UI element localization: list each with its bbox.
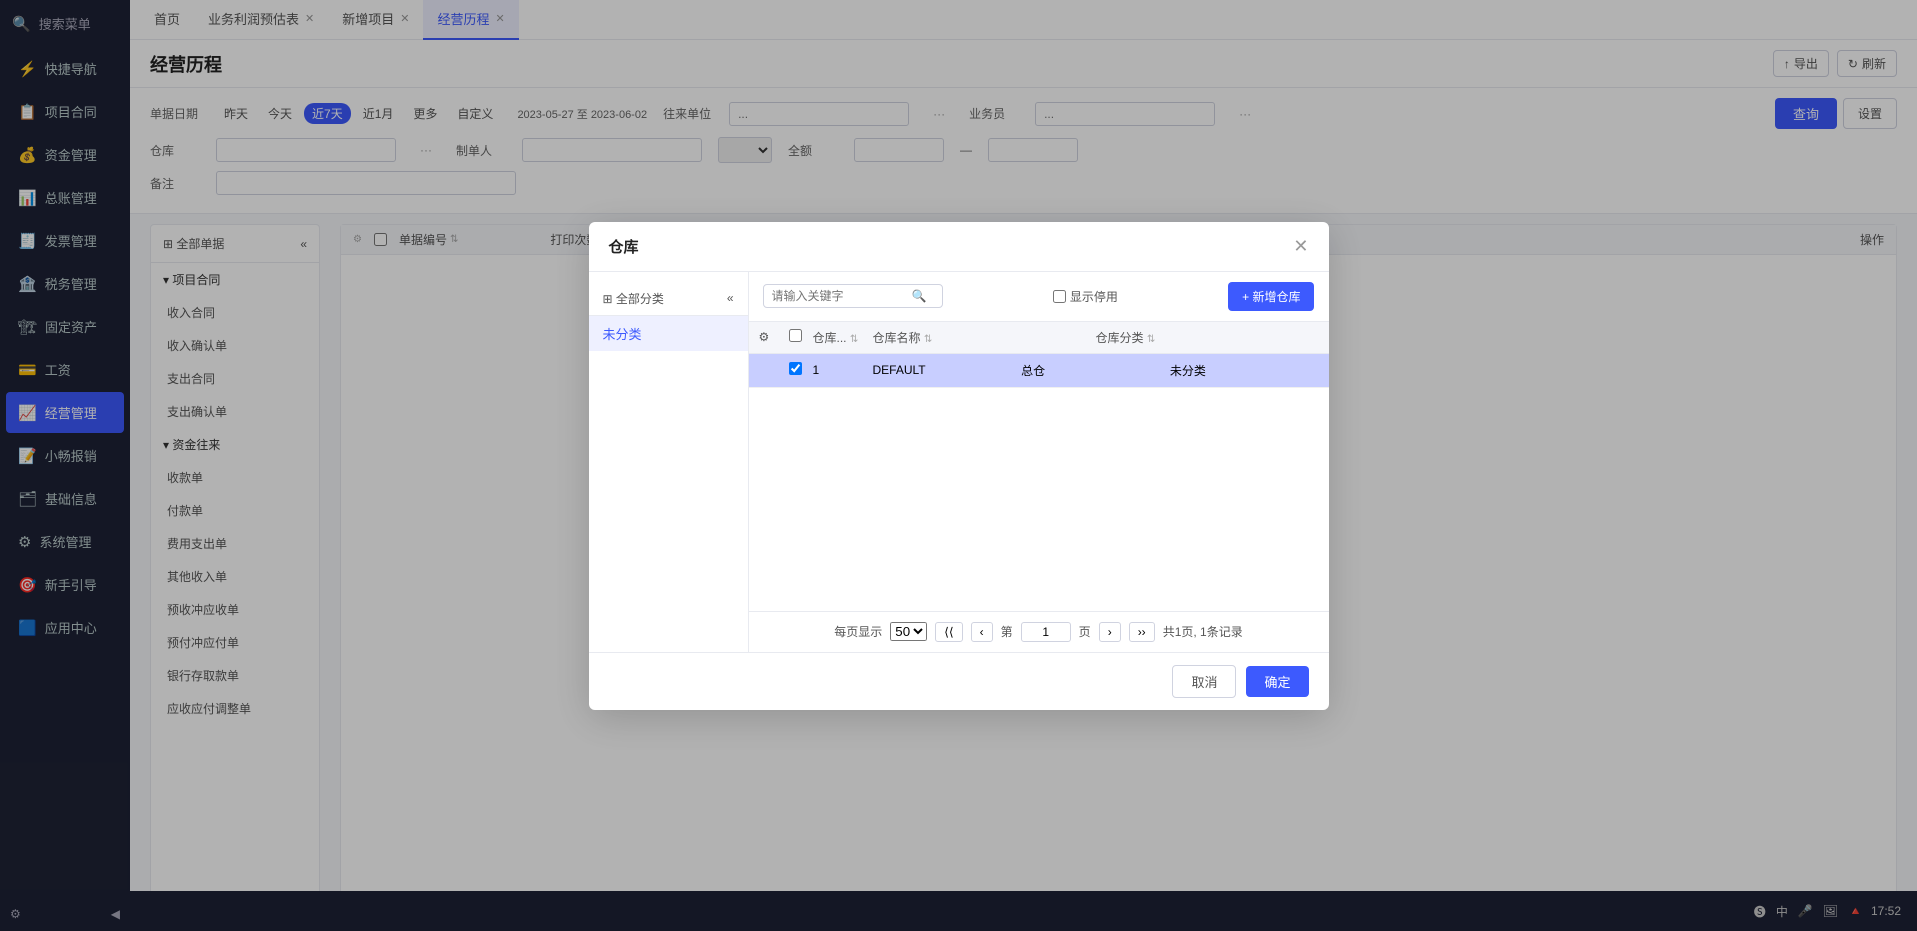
dialog-unclassified-item[interactable]: 未分类 [589,316,748,351]
dialog-left-header: ⊞ 全部分类 « [589,282,748,316]
dialog-right-panel: 🔍 显示停用 + 新增仓库 ⚙ [749,272,1329,652]
all-categories-label: ⊞ 全部分类 [603,290,664,307]
dialog-title: 仓库 [609,236,639,257]
dialog-per-page-select[interactable]: 50 [890,622,927,641]
dialog-close-button[interactable]: ✕ [1293,236,1308,257]
row-category: 未分类 [1170,362,1319,379]
cancel-button[interactable]: 取消 [1172,665,1236,698]
dialog-toolbar: 🔍 显示停用 + 新增仓库 [749,272,1329,322]
col-settings-icon[interactable]: ⚙ [759,330,789,344]
dialog-overlay: 仓库 ✕ ⊞ 全部分类 « 未分类 🔍 [0,0,1917,931]
dialog-next-page-button[interactable]: › [1099,622,1121,642]
dialog-footer: 取消 确定 [589,652,1329,710]
dialog-per-page-label: 每页显示 [834,623,882,640]
row-code: DEFAULT [873,363,1022,377]
col-id-header: 仓库... ⇅ [813,329,873,346]
dialog-total-label: 共1页, 1条记录 [1163,623,1243,640]
dialog-table-header: ⚙ 仓库... ⇅ 仓库名称 ⇅ 仓库分类 ⇅ [749,322,1329,354]
col-cat-header: 仓库分类 ⇅ [1096,329,1319,346]
row-id: 1 [813,363,873,377]
show-disabled-label: 显示停用 [1070,288,1118,305]
dialog-page-label: 第 [1001,623,1013,640]
dialog-table: ⚙ 仓库... ⇅ 仓库名称 ⇅ 仓库分类 ⇅ [749,322,1329,611]
show-disabled-checkbox[interactable]: 显示停用 [1053,288,1118,305]
row-checkbox[interactable] [789,362,802,375]
dialog-left-panel: ⊞ 全部分类 « 未分类 [589,272,749,652]
confirm-button[interactable]: 确定 [1246,666,1308,697]
dialog-first-page-button[interactable]: ⟨⟨ [935,622,962,642]
table-row[interactable]: 1 DEFAULT 总仓 未分类 [749,354,1329,388]
dialog-prev-page-button[interactable]: ‹ [971,622,993,642]
col-check-header [789,329,813,345]
dialog-last-page-button[interactable]: ›› [1129,622,1155,642]
disabled-checkbox[interactable] [1053,290,1066,303]
dialog-pagination: 每页显示 50 ⟨⟨ ‹ 第 页 › ›› 共1页, 1条记录 [749,611,1329,652]
dialog-body: ⊞ 全部分类 « 未分类 🔍 显示停用 [589,272,1329,652]
dialog-page-input[interactable] [1021,622,1071,642]
search-box: 🔍 [763,284,943,308]
search-icon: 🔍 [912,289,927,303]
add-warehouse-button[interactable]: + 新增仓库 [1228,282,1314,311]
warehouse-dialog: 仓库 ✕ ⊞ 全部分类 « 未分类 🔍 [589,222,1329,710]
row-name: 总仓 [1021,362,1170,379]
dialog-collapse-icon[interactable]: « [727,291,734,305]
dialog-page-unit: 页 [1079,623,1091,640]
dialog-header: 仓库 ✕ [589,222,1329,272]
search-input[interactable] [772,289,912,303]
row-check[interactable] [789,362,813,378]
unclassified-label: 未分类 [603,324,642,343]
col-name-header: 仓库名称 ⇅ [873,329,1096,346]
header-checkbox[interactable] [789,329,802,342]
